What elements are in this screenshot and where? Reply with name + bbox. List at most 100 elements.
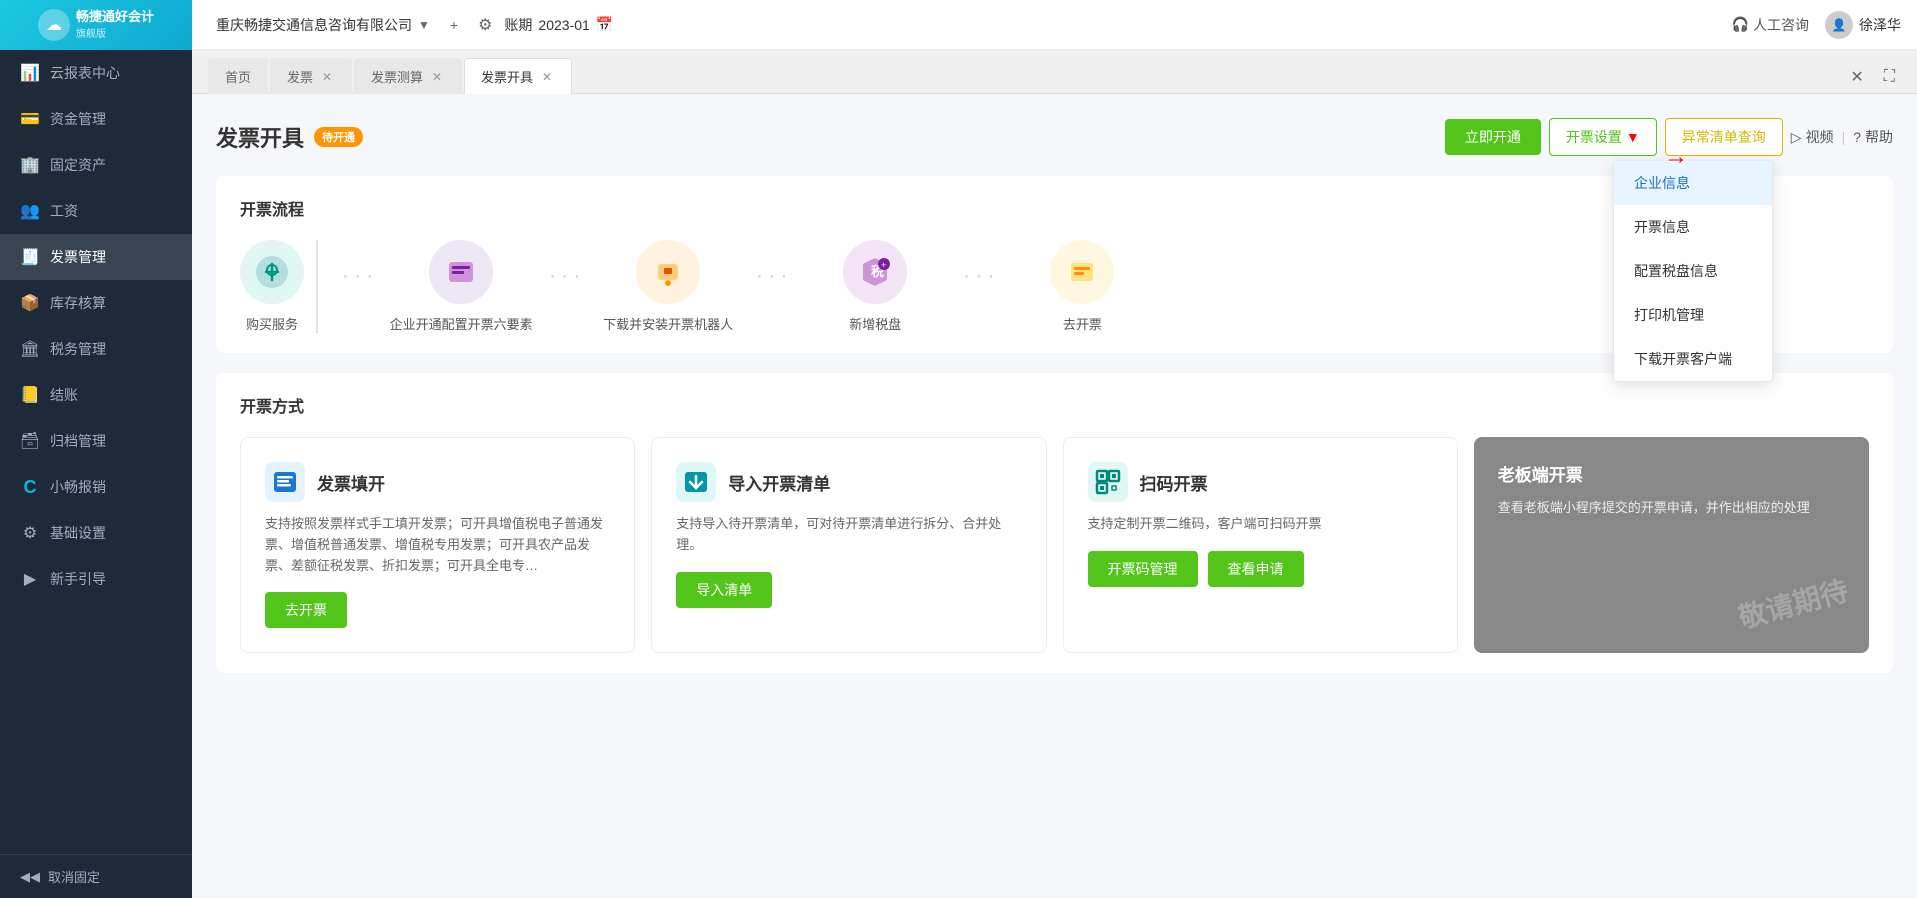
sidebar-item-account[interactable]: 📒 结账	[0, 372, 192, 418]
tab-close-all-button[interactable]: ✕	[1844, 65, 1869, 89]
settings-btn-arrow: ▼	[1626, 129, 1640, 145]
header-actions: 立即开通 开票设置 ▼ 异常清单查询 ▷ 视频 | ?	[1445, 118, 1893, 156]
tab-issue-close[interactable]: ✕	[539, 69, 555, 85]
import-list-button[interactable]: 导入清单	[676, 572, 772, 608]
sidebar-item-cloud-report[interactable]: 📊 云报表中心	[0, 50, 192, 96]
method-scan-header: 扫码开票	[1088, 462, 1433, 502]
cancel-icon: ◀◀	[20, 869, 40, 885]
period-label: 账期	[504, 15, 532, 35]
user-info[interactable]: 👤 徐泽华	[1825, 11, 1901, 39]
sidebar-item-tax[interactable]: 🏛 税务管理	[0, 326, 192, 372]
tab-expand-button[interactable]: ⛶	[1878, 66, 1901, 88]
video-button[interactable]: ▷ 视频	[1791, 127, 1834, 147]
open-now-button[interactable]: 立即开通	[1445, 119, 1541, 155]
invoice-settings-button[interactable]: 开票设置 ▼	[1549, 118, 1657, 156]
top-bar: ☁ 畅捷通好会计 旗舰版 重庆畅捷交通信息咨询有限公司 ▼ + ⚙ 账期 202…	[0, 0, 1917, 50]
cancel-label: 取消固定	[48, 867, 100, 886]
logo-text-area: 畅捷通好会计 旗舰版	[76, 9, 154, 40]
method-boss-title: 老板端开票	[1498, 461, 1845, 486]
invoice-icon: 🧾	[20, 247, 40, 267]
sidebar-item-fixed-assets[interactable]: 🏢 固定资产	[0, 142, 192, 188]
help-label: 帮助	[1865, 127, 1893, 147]
method-import-desc: 支持导入待开票清单，可对待开票清单进行拆分、合并处理。	[676, 514, 1021, 556]
sidebar-item-fund[interactable]: 💳 资金管理	[0, 96, 192, 142]
sidebar-item-payroll[interactable]: 👥 工资	[0, 188, 192, 234]
method-fill-title: 发票填开	[317, 470, 385, 495]
method-card-fill: 发票填开 支持按照发票样式手工填开发票；可开具增值税电子普通发票、增值税普通发票…	[240, 437, 635, 653]
account-icon: 📒	[20, 385, 40, 405]
ai-help-label: 人工咨询	[1753, 15, 1809, 35]
video-label: 视频	[1806, 127, 1834, 147]
divider: |	[1842, 129, 1846, 145]
sidebar-item-label-archive: 归档管理	[50, 431, 106, 451]
sidebar-item-report[interactable]: C 小畅报销	[0, 464, 192, 510]
method-boss-desc: 查看老板端小程序提交的开票申请，并作出相应的处理	[1498, 498, 1845, 519]
tab-invoice-close[interactable]: ✕	[319, 69, 335, 85]
dropdown-printer[interactable]: 打印机管理	[1614, 293, 1772, 337]
methods-grid: 发票填开 支持按照发票样式手工填开发票；可开具增值税电子普通发票、增值税普通发票…	[240, 437, 1869, 653]
arrow-3: · · ·	[756, 265, 787, 308]
guide-icon: ▶	[20, 569, 40, 589]
method-scan-title: 扫码开票	[1140, 470, 1208, 495]
tab-issue-label: 发票开具	[481, 67, 533, 86]
settings-btn-label: 开票设置	[1566, 127, 1622, 147]
calendar-icon[interactable]: 📅	[596, 16, 613, 33]
archive-icon: 🗃	[20, 431, 40, 451]
qr-manage-button[interactable]: 开票码管理	[1088, 551, 1198, 587]
sidebar-item-label-report: 小畅报销	[50, 477, 106, 497]
method-fill-desc: 支持按照发票样式手工填开发票；可开具增值税电子普通发票、增值税普通发票、增值税专…	[265, 514, 610, 576]
method-import-header: 导入开票清单	[676, 462, 1021, 502]
method-scan-desc: 支持定制开票二维码，客户端可扫码开票	[1088, 514, 1433, 535]
tab-estimate[interactable]: 发票测算 ✕	[354, 58, 462, 94]
headset-icon: 🎧	[1732, 16, 1749, 33]
logo-name: 畅捷通好会计	[76, 9, 154, 25]
page-title-text: 发票开具	[216, 121, 304, 153]
sidebar-item-label-inventory: 库存核算	[50, 293, 106, 313]
help-page-button[interactable]: ? 帮助	[1853, 127, 1893, 147]
settings-icon[interactable]: ⚙	[478, 15, 492, 35]
view-apply-button[interactable]: 查看申请	[1208, 551, 1304, 587]
sidebar-item-label-account: 结账	[50, 385, 78, 405]
status-badge: 待开通	[314, 127, 363, 147]
sidebar: 📊 云报表中心 💳 资金管理 🏢 固定资产 👥 工资 🧾 发票管理 📦	[0, 50, 192, 898]
period-info: 账期 2023-01 📅	[504, 15, 613, 35]
report-icon: C	[20, 477, 40, 497]
company-selector[interactable]: 重庆畅捷交通信息咨询有限公司 ▼	[216, 15, 430, 35]
process-step-2: 企业开通配置开票六要素	[381, 240, 541, 333]
methods-title: 开票方式	[240, 393, 1869, 417]
fund-icon: 💳	[20, 109, 40, 129]
scan-buttons: 开票码管理 查看申请	[1088, 551, 1433, 587]
user-avatar: 👤	[1825, 11, 1853, 39]
process-icon-4: 税+	[843, 240, 907, 304]
sidebar-item-archive[interactable]: 🗃 归档管理	[0, 418, 192, 464]
exception-list-button[interactable]: 异常清单查询	[1665, 118, 1783, 156]
sidebar-item-settings[interactable]: ⚙ 基础设置	[0, 510, 192, 556]
dropdown-download-client[interactable]: 下载开票客户端	[1614, 337, 1772, 381]
app-container: ☁ 畅捷通好会计 旗舰版 重庆畅捷交通信息咨询有限公司 ▼ + ⚙ 账期 202…	[0, 0, 1917, 898]
process-label-4: 新增税盘	[849, 314, 901, 333]
tab-home[interactable]: 首页	[208, 58, 268, 94]
ai-help-button[interactable]: 🎧 人工咨询	[1732, 15, 1809, 35]
sidebar-item-label-fund: 资金管理	[50, 109, 106, 129]
sidebar-item-label-settings: 基础设置	[50, 523, 106, 543]
add-button[interactable]: +	[442, 13, 466, 37]
method-card-import: 导入开票清单 支持导入待开票清单，可对待开票清单进行拆分、合并处理。 导入清单	[651, 437, 1046, 653]
tab-home-label: 首页	[225, 67, 251, 86]
tab-invoice[interactable]: 发票 ✕	[270, 58, 352, 94]
process-step-4: 税+ 新增税盘	[795, 240, 955, 333]
dropdown-company-info[interactable]: 企业信息	[1614, 161, 1772, 205]
sidebar-cancel[interactable]: ◀◀ 取消固定	[0, 854, 192, 898]
dropdown-invoice-info[interactable]: 开票信息	[1614, 205, 1772, 249]
dropdown-tax-config[interactable]: 配置税盘信息	[1614, 249, 1772, 293]
fill-go-button[interactable]: 去开票	[265, 592, 347, 628]
main-layout: 📊 云报表中心 💳 资金管理 🏢 固定资产 👥 工资 🧾 发票管理 📦	[0, 50, 1917, 898]
page-header: 发票开具 待开通 立即开通 开票设置 ▼ 异常清单查询 ▷ 视频	[216, 118, 1893, 156]
sidebar-item-inventory[interactable]: 📦 库存核算	[0, 280, 192, 326]
avatar-icon: 👤	[1832, 18, 1847, 32]
sidebar-item-guide[interactable]: ▶ 新手引导	[0, 556, 192, 602]
tab-estimate-label: 发票测算	[371, 67, 423, 86]
tab-estimate-close[interactable]: ✕	[429, 69, 445, 85]
process-label-2: 企业开通配置开票六要素	[390, 314, 533, 333]
tab-issue[interactable]: 发票开具 ✕	[464, 58, 572, 94]
sidebar-item-invoice[interactable]: 🧾 发票管理	[0, 234, 192, 280]
